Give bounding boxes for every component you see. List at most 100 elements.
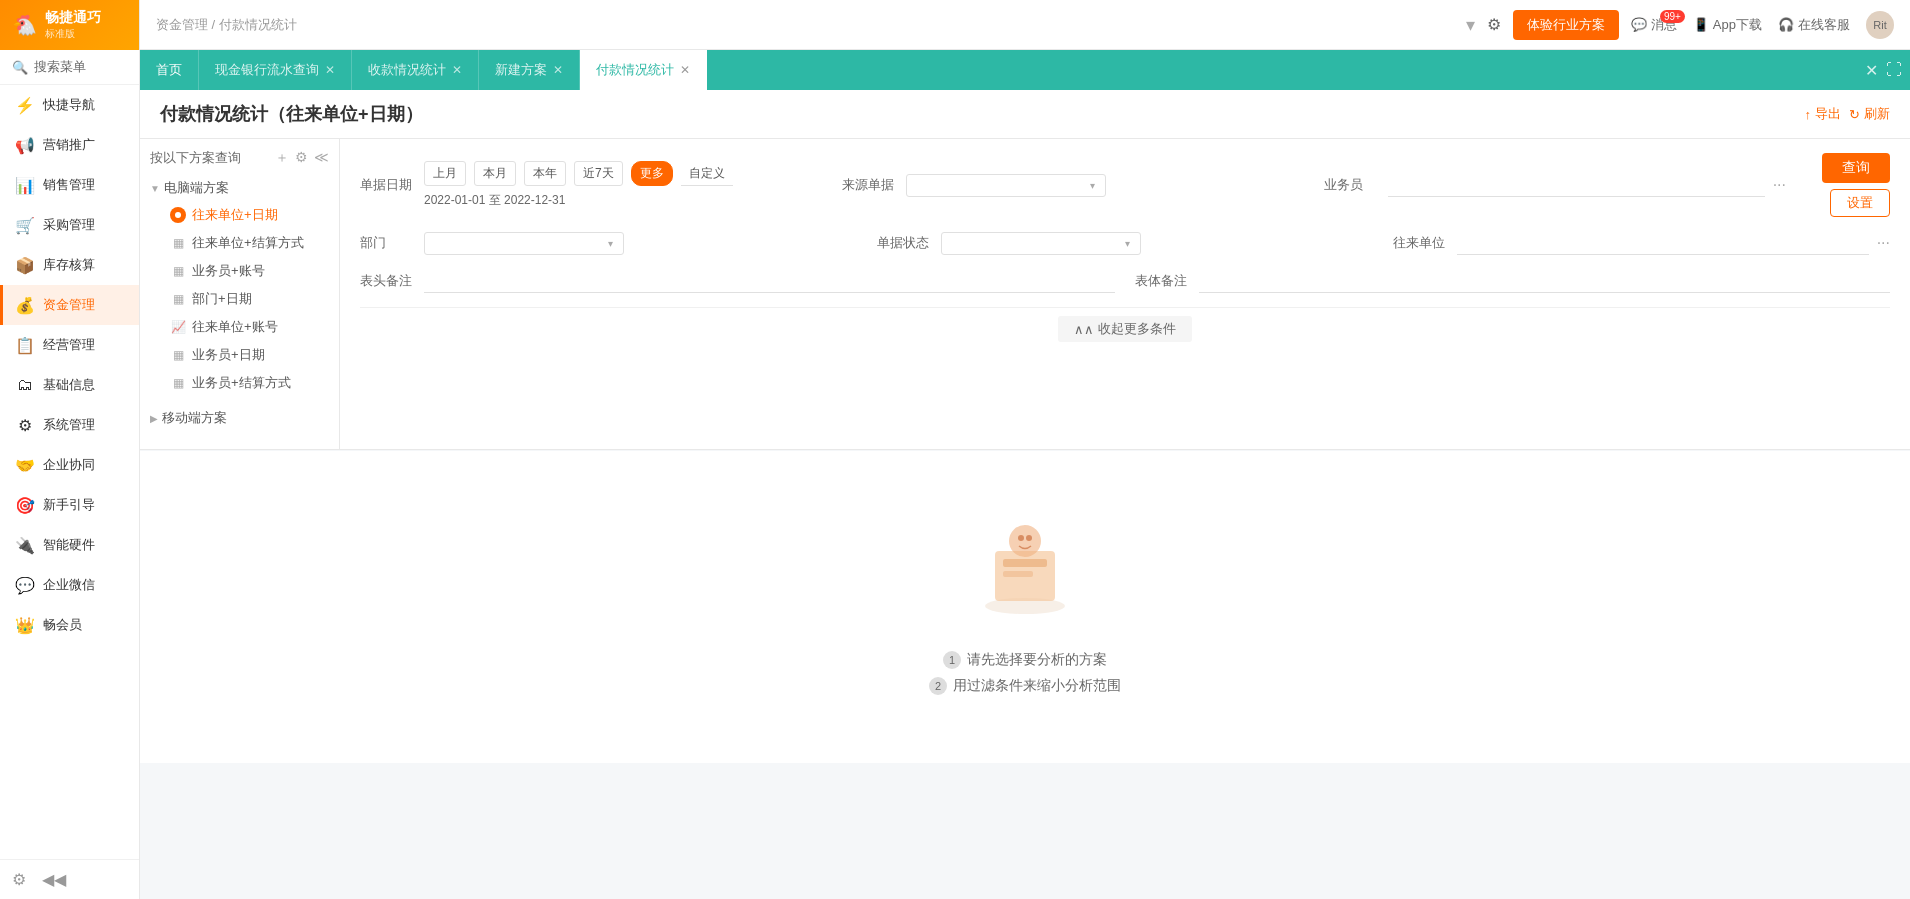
export-btn[interactable]: ↑ 导出 <box>1805 105 1842 123</box>
guide-icon: 🎯 <box>15 495 35 515</box>
add-scheme-icon[interactable]: ＋ <box>275 149 289 167</box>
sidebar-label-marketing: 营销推广 <box>43 136 95 154</box>
date-btn-custom[interactable]: 自定义 <box>681 162 733 186</box>
refresh-btn[interactable]: ↻ 刷新 <box>1849 105 1890 123</box>
tab-bank-flow-close[interactable]: ✕ <box>325 63 335 77</box>
sidebar-label-purchase: 采购管理 <box>43 216 95 234</box>
scheme-item-partner-settle[interactable]: ▦ 往来单位+结算方式 <box>150 229 329 257</box>
svg-rect-2 <box>1003 559 1047 567</box>
logo-icon: 🐔 <box>12 13 37 37</box>
online-service-btn[interactable]: 🎧 在线客服 <box>1778 16 1850 34</box>
date-btn-this-year[interactable]: 本年 <box>524 161 566 186</box>
collapse-btn[interactable]: ∧∧ 收起更多条件 <box>1058 316 1192 342</box>
sidebar-item-hardware[interactable]: 🔌 智能硬件 <box>0 525 139 565</box>
scheme-item-dept-date[interactable]: ▦ 部门+日期 <box>150 285 329 313</box>
sidebar-item-guide[interactable]: 🎯 新手引导 <box>0 485 139 525</box>
search-label: 搜索菜单 <box>34 58 86 76</box>
maximize-icon[interactable]: ⛶ <box>1886 61 1902 79</box>
filter-panel: 按以下方案查询 ＋ ⚙ ≪ ▼ 电脑端方案 往来单位+日期 <box>140 139 1910 450</box>
user-avatar-btn[interactable]: Rit <box>1866 11 1894 39</box>
settings-bottom-icon[interactable]: ⚙ <box>12 870 26 889</box>
tab-new-scheme[interactable]: 新建方案 ✕ <box>479 50 580 90</box>
scheme-item-staff-account[interactable]: ▦ 业务员+账号 <box>150 257 329 285</box>
sidebar-item-purchase[interactable]: 🛒 采购管理 <box>0 205 139 245</box>
message-btn[interactable]: 💬 消息 99+ <box>1631 16 1677 34</box>
date-filter-group: 单据日期 上月 本月 本年 近7天 更多 自定义 2022-01-01 至 20… <box>360 161 822 209</box>
tab-receipt-stats-label: 收款情况统计 <box>368 61 446 79</box>
sidebar-item-basic-info[interactable]: 🗂 基础信息 <box>0 365 139 405</box>
tab-receipt-stats[interactable]: 收款情况统计 ✕ <box>352 50 479 90</box>
staff-input[interactable] <box>1388 173 1765 197</box>
avatar: Rit <box>1866 11 1894 39</box>
mobile-section-header[interactable]: ▶ 移动端方案 <box>150 405 329 431</box>
staff-filter-group: 业务员 ··· <box>1324 173 1786 197</box>
source-select[interactable]: ▾ <box>906 174 1106 197</box>
partner-more-icon[interactable]: ··· <box>1877 234 1890 252</box>
scheme-panel: 按以下方案查询 ＋ ⚙ ≪ ▼ 电脑端方案 往来单位+日期 <box>140 139 340 449</box>
logo-sub: 标准版 <box>45 27 101 41</box>
search-menu[interactable]: 🔍 搜索菜单 <box>0 50 139 85</box>
tab-payment-stats[interactable]: 付款情况统计 ✕ <box>580 50 707 90</box>
sidebar-item-inventory[interactable]: 📦 库存核算 <box>0 245 139 285</box>
close-all-tabs-icon[interactable]: ✕ <box>1865 61 1878 80</box>
topbar-dropdown-icon[interactable]: ▾ <box>1466 14 1475 36</box>
date-btn-more[interactable]: 更多 <box>631 161 673 186</box>
sidebar-item-finance[interactable]: 💰 资金管理 <box>0 285 139 325</box>
collapse-sidebar-icon[interactable]: ◀◀ <box>42 870 66 889</box>
sidebar-item-member[interactable]: 👑 畅会员 <box>0 605 139 645</box>
body-note-input[interactable] <box>1199 269 1890 293</box>
sidebar-item-cooperation[interactable]: 🤝 企业协同 <box>0 445 139 485</box>
scheme-table-icon-1: ▦ <box>170 235 186 251</box>
sidebar-item-wechat[interactable]: 💬 企业微信 <box>0 565 139 605</box>
svg-point-5 <box>1018 535 1024 541</box>
scheme-item-partner-date[interactable]: 往来单位+日期 <box>150 201 329 229</box>
filter-collapse-area: ∧∧ 收起更多条件 <box>360 307 1890 350</box>
sidebar-item-marketing[interactable]: 📢 营销推广 <box>0 125 139 165</box>
voucher-status-select[interactable]: ▾ <box>941 232 1141 255</box>
scheme-label-partner-date: 往来单位+日期 <box>192 206 278 224</box>
settings-scheme-icon[interactable]: ⚙ <box>295 149 308 167</box>
date-btn-this-month[interactable]: 本月 <box>474 161 516 186</box>
sidebar-item-quick-nav[interactable]: ⚡ 快捷导航 <box>0 85 139 125</box>
scheme-item-staff-settle[interactable]: ▦ 业务员+结算方式 <box>150 369 329 397</box>
sidebar-item-operation[interactable]: 📋 经营管理 <box>0 325 139 365</box>
dept-filter-label: 部门 <box>360 234 416 252</box>
date-btn-last-month[interactable]: 上月 <box>424 161 466 186</box>
scheme-label-partner-settle: 往来单位+结算方式 <box>192 234 304 252</box>
header-note-input[interactable] <box>424 269 1115 293</box>
finance-icon: 💰 <box>15 295 35 315</box>
desktop-section-header[interactable]: ▼ 电脑端方案 <box>150 175 329 201</box>
scheme-label-staff-settle: 业务员+结算方式 <box>192 374 291 392</box>
sidebar-item-sales[interactable]: 📊 销售管理 <box>0 165 139 205</box>
hint-text-1: 请先选择要分析的方案 <box>967 651 1107 669</box>
settings-btn[interactable]: 设置 <box>1830 189 1890 217</box>
scheme-item-staff-date[interactable]: ▦ 业务员+日期 <box>150 341 329 369</box>
body-note-group: 表体备注 <box>1135 269 1890 293</box>
tabbar: 首页 现金银行流水查询 ✕ 收款情况统计 ✕ 新建方案 ✕ 付款情况统计 ✕ ✕… <box>140 50 1910 90</box>
export-icon: ↑ <box>1805 107 1812 122</box>
tab-new-scheme-label: 新建方案 <box>495 61 547 79</box>
topbar-settings-icon[interactable]: ⚙ <box>1487 15 1501 34</box>
basic-info-icon: 🗂 <box>15 375 35 395</box>
sidebar-label-sales: 销售管理 <box>43 176 95 194</box>
dept-select[interactable]: ▾ <box>424 232 624 255</box>
tab-new-scheme-close[interactable]: ✕ <box>553 63 563 77</box>
tab-home[interactable]: 首页 <box>140 50 199 90</box>
tab-receipt-stats-close[interactable]: ✕ <box>452 63 462 77</box>
trial-btn[interactable]: 体验行业方案 <box>1513 10 1619 40</box>
date-btn-7days[interactable]: 近7天 <box>574 161 623 186</box>
user-name: Rit <box>1873 19 1886 31</box>
app-download-btn[interactable]: 📱 App下载 <box>1693 16 1762 34</box>
collapse-scheme-icon[interactable]: ≪ <box>314 149 329 167</box>
query-btn[interactable]: 查询 <box>1822 153 1890 183</box>
tab-payment-stats-close[interactable]: ✕ <box>680 63 690 77</box>
sidebar-label-operation: 经营管理 <box>43 336 95 354</box>
scheme-item-partner-account[interactable]: 📈 往来单位+账号 <box>150 313 329 341</box>
hardware-icon: 🔌 <box>15 535 35 555</box>
tab-payment-stats-label: 付款情况统计 <box>596 61 674 79</box>
partner-input[interactable] <box>1457 231 1868 255</box>
tab-bank-flow[interactable]: 现金银行流水查询 ✕ <box>199 50 352 90</box>
sidebar-label-system: 系统管理 <box>43 416 95 434</box>
sidebar-item-system[interactable]: ⚙ 系统管理 <box>0 405 139 445</box>
staff-more-icon[interactable]: ··· <box>1773 176 1786 194</box>
